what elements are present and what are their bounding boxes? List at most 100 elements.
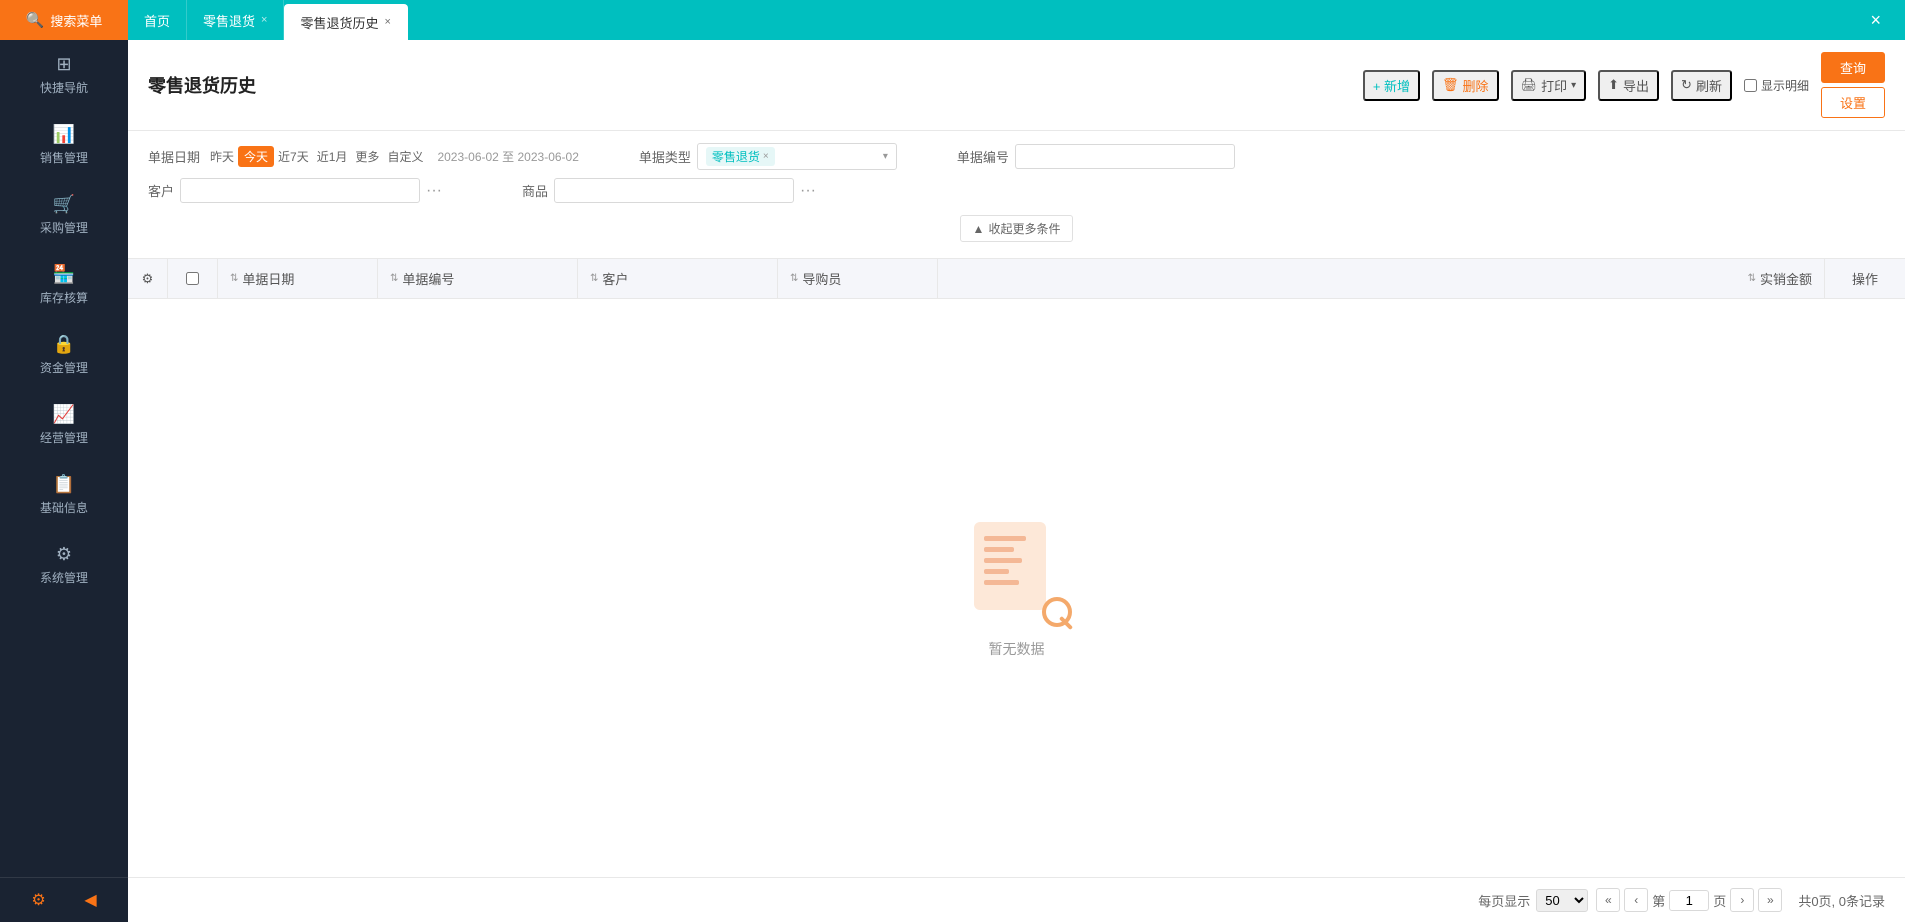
customer-input[interactable]: [180, 178, 420, 203]
sort-amount-icon[interactable]: ⇅: [1748, 273, 1756, 284]
page-nav: « ‹ 第 页 › »: [1596, 888, 1782, 912]
delete-btn[interactable]: 🗑 删除: [1432, 70, 1499, 101]
tab-retail-return-close[interactable]: ×: [261, 14, 267, 26]
tab-retail-return-history[interactable]: 零售退货历史 ×: [284, 4, 407, 40]
sidebar-item-purchase[interactable]: 🛒 采购管理: [0, 180, 128, 250]
date-opt-custom[interactable]: 自定义: [383, 146, 427, 167]
sidebar-item-sales[interactable]: 📊 销售管理: [0, 110, 128, 180]
table-area: ⚙ ⇅ 单据日期 ⇅ 单据编号 ⇅ 客户 ⇅: [128, 259, 1905, 877]
date-filter-label: 单据日期: [148, 147, 200, 166]
goods-search-icon[interactable]: ···: [800, 182, 816, 200]
tab-retail-return-label: 零售退货: [203, 11, 255, 30]
sidebar-item-quick-nav-label: 快捷导航: [40, 79, 88, 96]
bill-type-filter-item: 单据类型 零售退货 × ▾: [639, 143, 897, 170]
page-label: 第: [1652, 891, 1665, 910]
show-detail-checkbox[interactable]: [1744, 79, 1757, 92]
collapse-filter-btn[interactable]: ▲ 收起更多条件: [960, 215, 1074, 242]
goods-input[interactable]: [554, 178, 794, 203]
sidebar-menu-icon[interactable]: ◀: [84, 890, 96, 910]
table-settings-col[interactable]: ⚙: [128, 259, 168, 298]
table-body: 暂无数据: [128, 299, 1905, 877]
top-bar: 🔍 搜索菜单 首页 零售退货 × 零售退货历史 × ×: [0, 0, 1905, 40]
table-col-amount: ⇅ 实销金额: [938, 259, 1825, 298]
customer-search-icon[interactable]: ···: [426, 182, 442, 200]
date-opt-today[interactable]: 今天: [238, 146, 274, 167]
page-number-input[interactable]: [1669, 890, 1709, 911]
sort-guide-icon[interactable]: ⇅: [790, 273, 798, 284]
tab-retail-return-history-close[interactable]: ×: [384, 16, 390, 28]
tab-retail-return[interactable]: 零售退货 ×: [187, 0, 284, 40]
export-icon: ⬆: [1608, 77, 1619, 93]
bill-type-dropdown-icon: ▾: [883, 151, 888, 162]
sidebar-item-system-label: 系统管理: [40, 569, 88, 586]
main-layout: ⊞ 快捷导航 📊 销售管理 🛒 采购管理 🏪 库存核算 🔒 资金管理 📈 经营管…: [0, 40, 1905, 922]
sidebar-item-inventory-label: 库存核算: [40, 289, 88, 306]
table-col-customer: ⇅ 客户: [578, 259, 778, 298]
export-btn[interactable]: ⬆ 导出: [1598, 70, 1659, 101]
customer-label: 客户: [148, 181, 174, 200]
doc-line-4: [984, 569, 1009, 574]
sales-icon: 📊: [53, 124, 75, 145]
content-area: 零售退货历史 + 新增 🗑 删除 🖨 打印 ▾ ⬆ 导出: [128, 40, 1905, 922]
page-suffix: 页: [1713, 891, 1726, 910]
first-page-btn[interactable]: «: [1596, 888, 1620, 912]
new-btn-label: + 新增: [1373, 76, 1410, 95]
doc-lines: [974, 522, 1046, 599]
table-col-date: ⇅ 单据日期: [218, 259, 378, 298]
empty-state: 暂无数据: [962, 517, 1072, 659]
next-page-btn[interactable]: ›: [1730, 888, 1754, 912]
bill-type-tag: 零售退货 ×: [706, 147, 775, 166]
date-opt-yesterday[interactable]: 昨天: [206, 146, 238, 167]
table-col-customer-label: 客户: [602, 269, 628, 288]
sort-bill-no-icon[interactable]: ⇅: [390, 273, 398, 284]
table-col-bill-no-label: 单据编号: [402, 269, 454, 288]
refresh-btn[interactable]: ↻ 刷新: [1671, 70, 1732, 101]
purchase-icon: 🛒: [53, 194, 75, 215]
query-btn[interactable]: 查询: [1821, 52, 1885, 83]
pagination: 每页显示 50 10 20 100 « ‹ 第 页 › » 共0页,: [128, 877, 1905, 922]
print-btn[interactable]: 🖨 打印 ▾: [1511, 70, 1587, 101]
filter-area: 单据日期 昨天 今天 近7天 近1月 更多 自定义 2023-06-02 至 2…: [128, 131, 1905, 259]
per-page-select[interactable]: 50 10 20 100: [1536, 889, 1588, 912]
sort-date-icon[interactable]: ⇅: [230, 273, 238, 284]
collapse-icon: ▲: [973, 222, 985, 236]
sidebar-item-operations[interactable]: 📈 经营管理: [0, 390, 128, 460]
sidebar-item-quick-nav[interactable]: ⊞ 快捷导航: [0, 40, 128, 110]
date-opt-last-month[interactable]: 近1月: [313, 146, 352, 167]
bill-type-remove-icon[interactable]: ×: [763, 151, 769, 162]
doc-line-3: [984, 558, 1022, 563]
select-all-checkbox[interactable]: [186, 272, 199, 285]
search-menu-label: 搜索菜单: [50, 11, 102, 30]
search-menu-btn[interactable]: 🔍 搜索菜单: [0, 0, 128, 40]
sidebar-settings-icon[interactable]: ⚙: [31, 890, 45, 910]
table-checkbox-col: [168, 259, 218, 298]
settings-btn[interactable]: 设置: [1821, 87, 1885, 118]
new-btn[interactable]: + 新增: [1363, 70, 1420, 101]
sidebar-item-finance[interactable]: 🔒 资金管理: [0, 320, 128, 390]
doc-line-5: [984, 580, 1019, 585]
bill-type-tag-text: 零售退货: [712, 148, 760, 165]
last-page-btn[interactable]: »: [1758, 888, 1782, 912]
window-close-btn[interactable]: ×: [1862, 6, 1889, 35]
date-opt-last7[interactable]: 近7天: [274, 146, 313, 167]
refresh-btn-label: 刷新: [1696, 76, 1722, 95]
date-opt-more[interactable]: 更多: [351, 146, 383, 167]
table-col-date-label: 单据日期: [242, 269, 294, 288]
table-col-op: 操作: [1825, 259, 1905, 298]
sort-customer-icon[interactable]: ⇅: [590, 273, 598, 284]
per-page-selector: 每页显示 50 10 20 100: [1478, 889, 1588, 912]
bill-no-input[interactable]: [1015, 144, 1235, 169]
refresh-icon: ↻: [1681, 77, 1692, 93]
per-page-label: 每页显示: [1478, 891, 1530, 910]
prev-page-btn[interactable]: ‹: [1624, 888, 1648, 912]
sidebar-item-basic-info[interactable]: 📋 基础信息: [0, 460, 128, 530]
top-bar-right: ×: [1862, 6, 1905, 35]
sidebar-item-purchase-label: 采购管理: [40, 219, 88, 236]
bill-type-selector[interactable]: 零售退货 × ▾: [697, 143, 897, 170]
date-filter-item: 单据日期 昨天 今天 近7天 近1月 更多 自定义 2023-06-02 至 2…: [148, 146, 579, 167]
table-settings-icon[interactable]: ⚙: [142, 271, 154, 287]
sidebar-item-system[interactable]: ⚙ 系统管理: [0, 530, 128, 600]
tab-home[interactable]: 首页: [128, 0, 187, 40]
sidebar-item-inventory[interactable]: 🏪 库存核算: [0, 250, 128, 320]
table-header: ⚙ ⇅ 单据日期 ⇅ 单据编号 ⇅ 客户 ⇅: [128, 259, 1905, 299]
